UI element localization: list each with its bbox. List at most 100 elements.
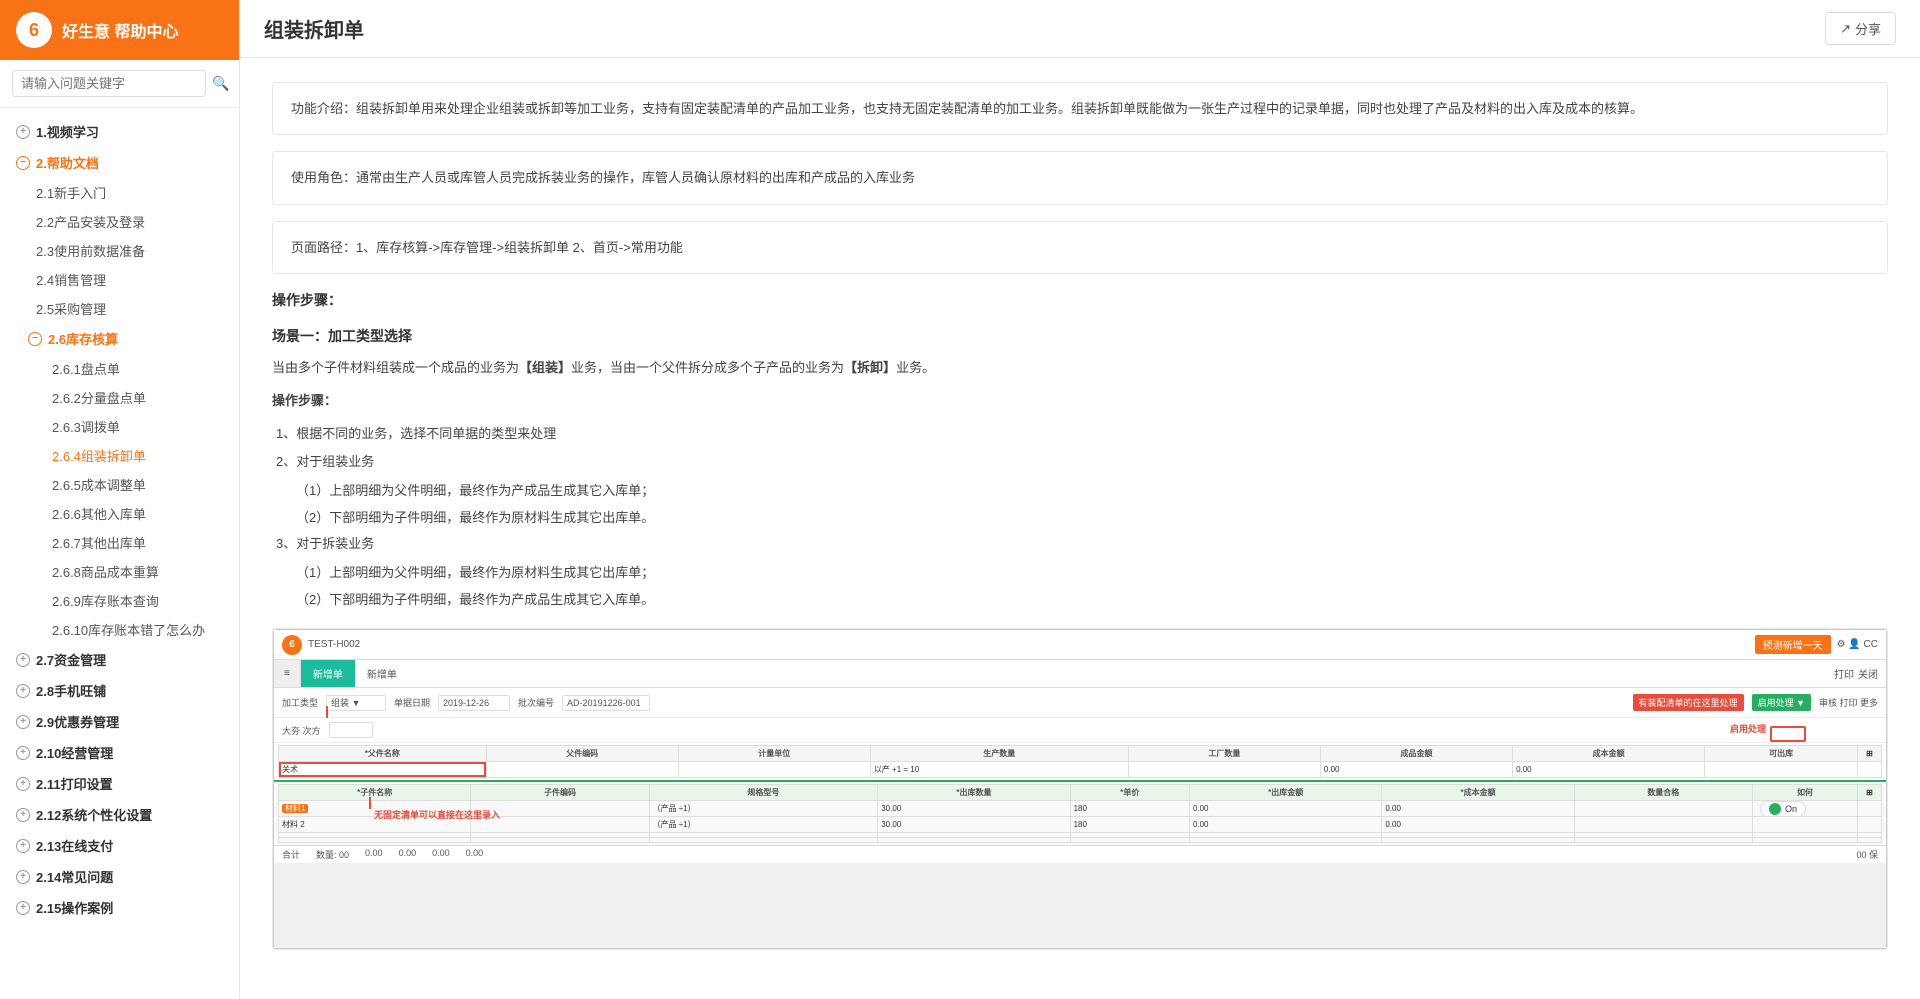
- expand-icon-s28: +: [16, 684, 30, 698]
- mock-tab-2[interactable]: 新增单: [355, 660, 409, 687]
- mock-field-batch-input[interactable]: AD-20191226-001: [562, 695, 650, 711]
- collapse-icon-s2: −: [16, 156, 30, 170]
- on-toggle[interactable]: On: [1760, 801, 1806, 817]
- mock-th-5: 工厂数量: [1128, 746, 1320, 762]
- sidebar-item-s262[interactable]: 2.6.2分量盘点单: [0, 383, 239, 412]
- search-icon[interactable]: 🔍: [212, 75, 229, 92]
- expand-icon-s29: +: [16, 715, 30, 729]
- mock-nav-icon[interactable]: ≡: [274, 660, 301, 687]
- mock-extra-actions: 审核 打印 更多: [1819, 696, 1878, 709]
- mock-th-2: 父件编码: [486, 746, 678, 762]
- path-text: 页面路径：1、库存核算->库存管理->组装拆卸单 2、首页->常用功能: [291, 236, 1869, 259]
- role-text: 使用角色：通常由生产人员或库管人员完成拆装业务的操作，库管人员确认原材料的出库和…: [291, 166, 1869, 189]
- sidebar-item-s210[interactable]: + 2.10经营管理: [0, 737, 239, 768]
- mock-field-num-label: 大夯 次方: [282, 724, 321, 737]
- mock-totals-row: 合计 数量: 00 0.00 0.00 0.00 0.00 00 保: [274, 845, 1886, 863]
- mock-field-num-input[interactable]: [329, 722, 373, 738]
- app-logo: 6: [16, 12, 52, 48]
- scene1-desc: 当由多个子件材料组装成一个成品的业务为【组装】业务，当由一个父件拆分成多个子产品…: [272, 356, 1888, 381]
- mock-th-7: 成本金额: [1513, 746, 1705, 762]
- sidebar-item-s21[interactable]: 2.1新手入门: [0, 178, 239, 207]
- expand-icon-s1: +: [16, 125, 30, 139]
- mock-td-name[interactable]: 关术: [282, 765, 298, 774]
- arrow-type: [326, 706, 328, 718]
- sidebar-item-s264[interactable]: 2.6.4组装拆卸单: [0, 441, 239, 470]
- role-block: 使用角色：通常由生产人员或库管人员完成拆装业务的操作，库管人员确认原材料的出库和…: [272, 151, 1888, 204]
- sidebar-item-s1[interactable]: + 1.视频学习: [0, 116, 239, 147]
- app-title: 好生意 帮助中心: [62, 18, 178, 42]
- sidebar-item-s215[interactable]: + 2.15操作案例: [0, 892, 239, 923]
- steps-intro: 操作步骤：: [272, 389, 1888, 414]
- sidebar-item-s29[interactable]: + 2.9优惠券管理: [0, 706, 239, 737]
- sidebar-item-s211[interactable]: + 2.11打印设置: [0, 768, 239, 799]
- sidebar-item-s268[interactable]: 2.6.8商品成本重算: [0, 557, 239, 586]
- share-button[interactable]: ↗ 分享: [1825, 12, 1896, 45]
- mock-field-type-label: 加工类型: [282, 696, 318, 709]
- sidebar-item-s22[interactable]: 2.2产品安装及登录: [0, 207, 239, 236]
- mock-system-id: TEST-H002: [308, 639, 360, 650]
- nav-tree: + 1.视频学习 − 2.帮助文档 2.1新手入门 2.2产品安装及登录 2.3…: [0, 108, 239, 999]
- sidebar-item-s28[interactable]: + 2.8手机旺铺: [0, 675, 239, 706]
- expand-icon-s210: +: [16, 746, 30, 760]
- mock-sub-th-5: *单价: [1070, 785, 1189, 801]
- red-box-enable: [1770, 726, 1806, 742]
- sidebar-item-s24[interactable]: 2.4销售管理: [0, 265, 239, 294]
- mock-new-order-btn[interactable]: 预测新增一天: [1755, 635, 1831, 654]
- mock-th-1: *父件名称: [279, 746, 487, 762]
- annotation-no-fixed: 无固定清单可以直接在这里录入: [374, 808, 500, 821]
- mock-annotation-top: 有装配清单的在这里处理: [1633, 694, 1744, 711]
- annotation-enable: 启用处理: [1730, 722, 1766, 735]
- mock-active-tab[interactable]: 新增单: [301, 660, 355, 687]
- collapse-icon-s26: −: [28, 332, 42, 346]
- mock-field-type-input[interactable]: 组装 ▼: [326, 695, 386, 711]
- table-row-sub-1: 材料1 （产品 ÷1） 30.00 180 0.00 0.00: [279, 801, 1882, 817]
- mock-field-batch-label: 批次编号: [518, 696, 554, 709]
- sidebar-item-s212[interactable]: + 2.12系统个性化设置: [0, 799, 239, 830]
- mock-sub-th-10: ⊞: [1858, 785, 1882, 801]
- toggle-dot: [1769, 803, 1781, 815]
- scene1-title: 场景一：加工类型选择: [272, 326, 1888, 346]
- mock-sub-th-6: *出库金额: [1189, 785, 1381, 801]
- sidebar-item-s269[interactable]: 2.6.9库存账本查询: [0, 586, 239, 615]
- mock-field-date-input[interactable]: 2019-12-26: [438, 695, 510, 711]
- sidebar-item-s2610[interactable]: 2.6.10库存账本错了怎么办: [0, 615, 239, 644]
- mock-th-3: 计量单位: [678, 746, 870, 762]
- sidebar-item-s267[interactable]: 2.6.7其他出库单: [0, 528, 239, 557]
- sidebar-item-s265[interactable]: 2.6.5成本调整单: [0, 470, 239, 499]
- sidebar-item-s2[interactable]: − 2.帮助文档: [0, 147, 239, 178]
- table-row-sub-4: [279, 838, 1882, 843]
- screenshot-container: 6 TEST-H002 预测新增一天 ⚙ 👤 CC ≡ 新增单 新增单 打印关闭: [272, 628, 1888, 950]
- expand-icon-s214: +: [16, 870, 30, 884]
- mock-th-4: 生产数量: [870, 746, 1128, 762]
- step-2-2: （2）下部明细为子件明细，最终作为原材料生成其它出库单。: [272, 506, 1888, 531]
- mock-sub-th-9: 如何: [1752, 785, 1857, 801]
- mock-btn-enable[interactable]: 启用处理 ▼: [1752, 694, 1811, 711]
- step-3-1: （1）上部明细为父件明细，最终作为原材料生成其它出库单；: [272, 561, 1888, 586]
- sidebar-item-s266[interactable]: 2.6.6其他入库单: [0, 499, 239, 528]
- sidebar-item-s26[interactable]: − 2.6库存核算: [0, 323, 239, 354]
- sidebar-item-s261[interactable]: 2.6.1盘点单: [0, 354, 239, 383]
- search-box: 🔍: [0, 60, 239, 108]
- main-content: 组装拆卸单 ↗ 分享 功能介绍：组装拆卸单用来处理企业组装或拆卸等加工业务，支持…: [240, 0, 1920, 999]
- expand-icon-s215: +: [16, 901, 30, 915]
- sidebar-item-s263[interactable]: 2.6.3调拨单: [0, 412, 239, 441]
- step-2: 2、对于组装业务: [272, 450, 1888, 475]
- mock-sub-th-8: 数量合格: [1574, 785, 1752, 801]
- mock-th-8: 可出库: [1705, 746, 1858, 762]
- mock-sub-name-1[interactable]: 材料1: [282, 804, 308, 813]
- steps-title: 操作步骤：: [272, 290, 1888, 310]
- mock-sub-th-2: 子件编码: [471, 785, 649, 801]
- expand-icon-s212: +: [16, 808, 30, 822]
- mock-th-6: 成品金额: [1320, 746, 1512, 762]
- mock-sub-th-1: *子件名称: [279, 785, 471, 801]
- step-1: 1、根据不同的业务，选择不同单据的类型来处理: [272, 422, 1888, 447]
- sidebar: 6 好生意 帮助中心 🔍 + 1.视频学习 − 2.帮助文档 2.1新手入门 2…: [0, 0, 240, 999]
- mock-logo: 6: [282, 635, 302, 655]
- function-intro-text: 功能介绍：组装拆卸单用来处理企业组装或拆卸等加工业务，支持有固定装配清单的产品加…: [291, 97, 1869, 120]
- sidebar-item-s27[interactable]: + 2.7资金管理: [0, 644, 239, 675]
- sidebar-item-s213[interactable]: + 2.13在线支付: [0, 830, 239, 861]
- search-input[interactable]: [12, 70, 206, 97]
- sidebar-item-s214[interactable]: + 2.14常见问题: [0, 861, 239, 892]
- sidebar-item-s23[interactable]: 2.3使用前数据准备: [0, 236, 239, 265]
- sidebar-item-s25[interactable]: 2.5采购管理: [0, 294, 239, 323]
